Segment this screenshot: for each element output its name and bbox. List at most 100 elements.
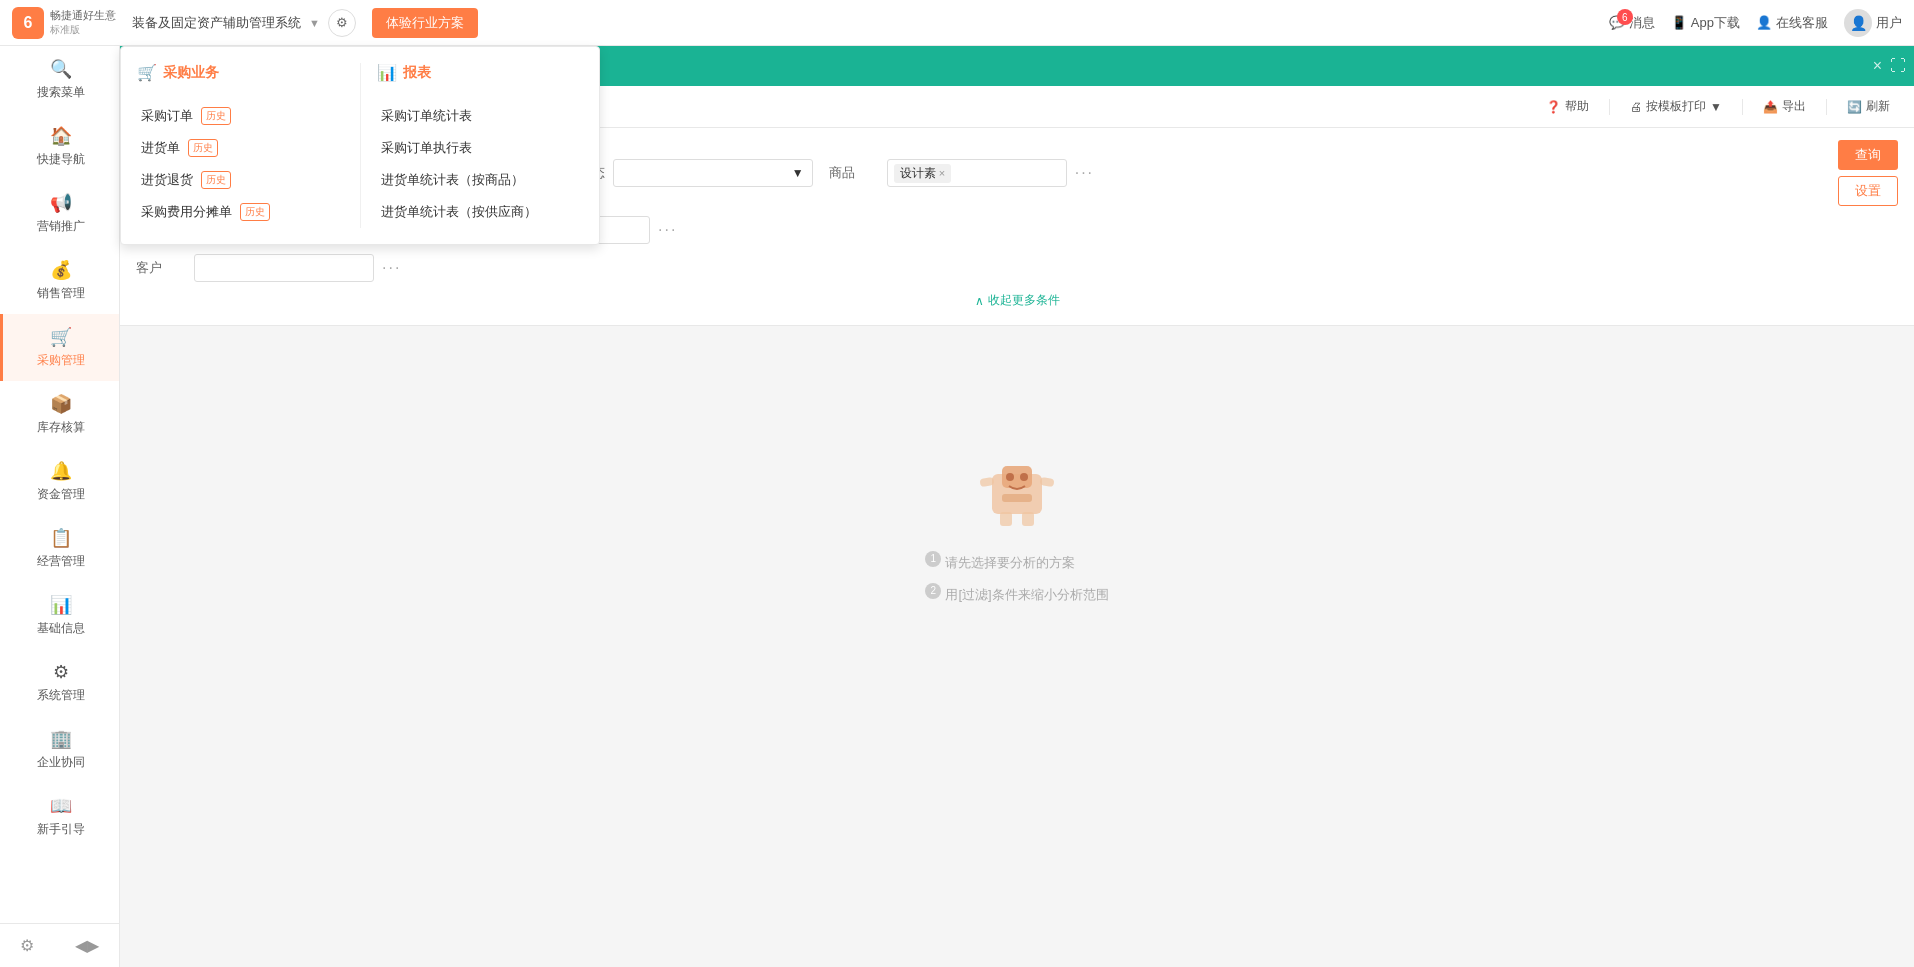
enterprise-icon: 🏢 [50,728,72,750]
purchase-section: 🛒 采购业务 采购订单 历史 进货单 历史 进货退货 历史 采购费用分摊单 历史 [137,63,344,228]
customer-filter: 客户 ··· [136,254,401,282]
filter-row-3: 客户 ··· [136,254,1898,282]
top-header: 6 畅捷通好生意 标准版 装备及固定资产辅助管理系统 ▼ ⚙ 体验行业方案 💬 … [0,0,1914,46]
divider2 [1742,99,1743,115]
svg-point-2 [1006,473,1014,481]
menu-item-purchase-order[interactable]: 采购订单 历史 [137,100,344,132]
customer-label: 客户 [136,259,186,277]
sidebar-item-finance[interactable]: 🔔 资金管理 [0,448,119,515]
refresh-label: 刷新 [1866,98,1890,115]
sidebar-label-basic-info: 基础信息 [37,620,85,637]
tab-close-all-btn[interactable]: × [1873,57,1882,75]
sidebar-settings-btn[interactable]: ⚙ [20,936,34,955]
home-icon: 🏠 [50,125,72,147]
sidebar-item-marketing[interactable]: 📢 营销推广 [0,180,119,247]
purchase-menu-icon: 🛒 [137,63,157,82]
sidebar-label-finance: 资金管理 [37,486,85,503]
sidebar-label-search: 搜索菜单 [37,84,85,101]
app-download-btn[interactable]: 📱 App下载 [1671,14,1740,32]
sidebar-item-system[interactable]: ⚙ 系统管理 [0,649,119,716]
report-section-title: 📊 报表 [377,63,584,88]
sales-icon: 💰 [50,259,72,281]
sidebar-item-enterprise[interactable]: 🏢 企业协同 [0,716,119,783]
service-icon: 👤 [1756,15,1772,30]
sidebar-label-system: 系统管理 [37,687,85,704]
industry-btn[interactable]: 体验行业方案 [372,8,478,38]
logo-icon: 6 [12,7,44,39]
notification-btn[interactable]: 💬 6 消息 [1609,14,1655,32]
status-dropdown-icon: ▼ [792,166,804,180]
purchase-icon: 🛒 [50,326,72,348]
sidebar-item-operations[interactable]: 📋 经营管理 [0,515,119,582]
sidebar-bottom: ⚙ ◀▶ [0,923,119,967]
sidebar-item-sales[interactable]: 💰 销售管理 [0,247,119,314]
sidebar-item-purchase[interactable]: 🛒 采购管理 [0,314,119,381]
menu-item-order-exec[interactable]: 采购订单执行表 [377,132,584,164]
query-btn[interactable]: 查询 [1838,140,1898,170]
export-btn[interactable]: 📤 导出 [1755,94,1814,119]
online-service-btn[interactable]: 👤 在线客服 [1756,14,1828,32]
incoming-stats-supplier-label: 进货单统计表（按供应商） [381,203,537,221]
purchase-section-title: 🛒 采购业务 [137,63,344,88]
menu-item-expense[interactable]: 采购费用分摊单 历史 [137,196,344,228]
sidebar-item-quick-nav[interactable]: 🏠 快捷导航 [0,113,119,180]
sidebar-item-search[interactable]: 🔍 搜索菜单 [0,46,119,113]
sidebar-item-basic-info[interactable]: 📊 基础信息 [0,582,119,649]
export-label: 导出 [1782,98,1806,115]
user-btn[interactable]: 👤 用户 [1844,9,1902,37]
purchase-dropdown-menu: 🛒 采购业务 采购订单 历史 进货单 历史 进货退货 历史 采购费用分摊单 历史… [120,46,600,245]
svg-point-3 [1020,473,1028,481]
refresh-icon: 🔄 [1847,100,1862,114]
product-input[interactable]: 设计素 × [887,159,1067,187]
product-tag-close[interactable]: × [939,167,945,179]
basic-info-icon: 📊 [50,594,72,616]
purchase-order-history[interactable]: 历史 [201,107,231,125]
inventory-icon: 📦 [50,393,72,415]
system-title-dropdown[interactable]: ▼ [309,17,320,29]
avatar: 👤 [1844,9,1872,37]
svg-rect-5 [1000,512,1012,526]
logo-text: 畅捷通好生意 [50,8,116,22]
expense-history[interactable]: 历史 [240,203,270,221]
export-icon: 📤 [1763,100,1778,114]
sidebar-label-operations: 经营管理 [37,553,85,570]
expense-label: 采购费用分摊单 [141,203,232,221]
product-more-dots[interactable]: ··· [1075,164,1094,182]
help-btn[interactable]: ❓ 帮助 [1538,94,1597,119]
product-filter: 商品 设计素 × ··· [829,159,1094,187]
operations-icon: 📋 [50,527,72,549]
refresh-btn[interactable]: 🔄 刷新 [1839,94,1898,119]
menu-item-incoming-stats-product[interactable]: 进货单统计表（按商品） [377,164,584,196]
report-section: 📊 报表 采购订单统计表 采购订单执行表 进货单统计表（按商品） 进货单统计表（… [377,63,584,228]
menu-item-incoming-stats-supplier[interactable]: 进货单统计表（按供应商） [377,196,584,228]
guide-icon: 📖 [50,795,72,817]
header-settings-btn[interactable]: ⚙ [328,9,356,37]
menu-item-incoming[interactable]: 进货单 历史 [137,132,344,164]
menu-item-return[interactable]: 进货退货 历史 [137,164,344,196]
sidebar-item-guide[interactable]: 📖 新手引导 [0,783,119,850]
purchase-order-label: 采购订单 [141,107,193,125]
app-download-label: App下载 [1691,14,1740,32]
tab-expand-btn[interactable]: ⛶ [1890,57,1906,75]
incoming-history[interactable]: 历史 [188,139,218,157]
status-select[interactable]: ▼ [613,159,813,187]
svg-rect-4 [1002,494,1032,502]
menu-vertical-divider [360,63,361,228]
app-icon: 📱 [1671,15,1687,30]
product-label: 商品 [829,164,879,182]
collapse-btn[interactable]: ∧ 收起更多条件 [975,292,1060,309]
sidebar-collapse-btn[interactable]: ◀▶ [75,936,99,955]
return-history[interactable]: 历史 [201,171,231,189]
customer-input[interactable] [194,254,374,282]
set-btn[interactable]: 设置 [1838,176,1898,206]
help-icon: ❓ [1546,100,1561,114]
help-label: 帮助 [1565,98,1589,115]
customer-more-dots[interactable]: ··· [382,259,401,277]
print-dropdown-icon: ▼ [1710,100,1722,114]
sidebar-item-inventory[interactable]: 📦 库存核算 [0,381,119,448]
menu-item-order-stats[interactable]: 采购订单统计表 [377,100,584,132]
print-btn[interactable]: 🖨 按模板打印 ▼ [1622,94,1730,119]
report-menu-icon: 📊 [377,63,397,82]
incoming-stats-product-label: 进货单统计表（按商品） [381,171,524,189]
salesperson-more-dots[interactable]: ··· [658,221,677,239]
